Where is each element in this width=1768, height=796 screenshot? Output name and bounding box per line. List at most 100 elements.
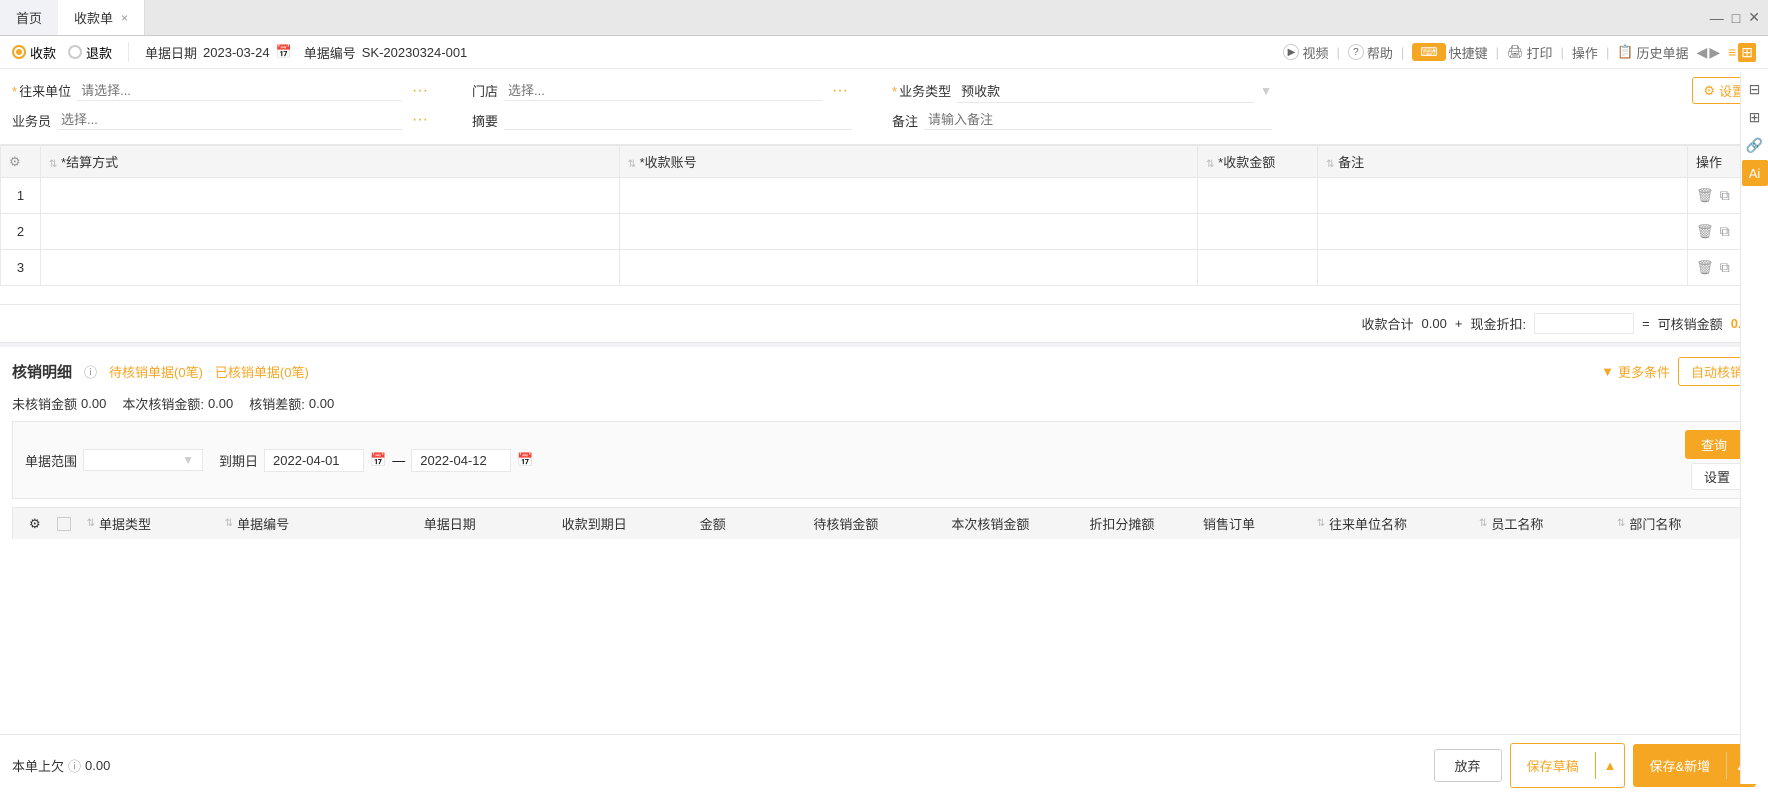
diff-stat: 核销差额: 0.00 — [249, 394, 334, 413]
verify-info-icon[interactable]: ⓘ — [84, 362, 97, 381]
sidebar-icon-1[interactable]: ⊟ — [1742, 76, 1768, 102]
row-3-account[interactable] — [619, 250, 1198, 286]
row-2-amount[interactable] — [1198, 214, 1318, 250]
date-from-input[interactable] — [264, 449, 364, 472]
tab-receipt[interactable]: 收款单 × — [58, 0, 145, 35]
business-type-arrow[interactable]: ▼ — [1260, 84, 1272, 98]
date-to-input[interactable] — [411, 449, 511, 472]
row-3-note[interactable] — [1318, 250, 1688, 286]
view-grid-icon[interactable]: ⊞ — [1738, 43, 1756, 62]
query-button[interactable]: 查询 — [1685, 430, 1743, 459]
window-close-icon[interactable]: ✕ — [1748, 9, 1760, 26]
shop-field: 门店 ··· — [472, 81, 852, 101]
table-row: 3 🗑 ⧉ — [1, 250, 1768, 286]
print-btn[interactable]: 🖨 打印 — [1507, 43, 1553, 62]
vth-type-label: 单据类型 — [99, 514, 151, 533]
tab-close-icon[interactable]: × — [121, 11, 128, 25]
sum-plus: + — [1455, 316, 1463, 331]
verify-section: 核销明细 ⓘ 待核销单据(0笔) 已核销单据(0笔) ▼ 更多条件 自动核销 未… — [0, 343, 1768, 539]
more-conditions-btn[interactable]: ▼ 更多条件 — [1601, 362, 1670, 381]
th-amount: ⇅ *收款金额 — [1198, 146, 1318, 178]
row-2-delete-btn[interactable]: 🗑 — [1696, 223, 1714, 240]
shortcut-btn[interactable]: ⌨ 快捷键 — [1412, 43, 1487, 62]
current-verify-stat: 本次核销金额: 0.00 — [122, 394, 233, 413]
right-sidebar: ⊟ ⊞ 🔗 Ai — [1740, 72, 1768, 784]
tab-home[interactable]: 首页 — [0, 0, 58, 35]
row-1-settlement[interactable] — [41, 178, 620, 214]
vth-number-label: 单据编号 — [237, 514, 289, 533]
row-3-copy-btn[interactable]: ⧉ — [1720, 259, 1730, 276]
operation-btn[interactable]: 操作 — [1572, 43, 1598, 62]
receipt-table: ⚙ ⇅ *结算方式 ⇅ *收款账号 ⇅ *收款金额 — [0, 145, 1768, 286]
radio-refund[interactable]: 退款 — [68, 43, 112, 62]
bottom-info-icon[interactable]: ⓘ — [68, 756, 81, 775]
shop-more-btn[interactable]: ··· — [828, 82, 852, 100]
window-minimize-icon[interactable]: — — [1710, 10, 1724, 26]
row-2-account[interactable] — [619, 214, 1198, 250]
receipt-total-label: 收款合计 — [1362, 314, 1414, 333]
row-2-settlement[interactable] — [41, 214, 620, 250]
help-btn[interactable]: ? 帮助 — [1348, 43, 1393, 62]
history-btn[interactable]: 📋 历史单据 — [1617, 43, 1688, 62]
business-required-star: * — [892, 84, 897, 99]
row-1-amount[interactable] — [1198, 178, 1318, 214]
table-settings-icon[interactable]: ⚙ — [9, 154, 21, 169]
partner-field: *往来单位 ··· — [12, 81, 432, 101]
vth-settings-icon[interactable]: ⚙ — [29, 516, 41, 532]
row-1-account[interactable] — [619, 178, 1198, 214]
partner-required-star: * — [12, 84, 17, 99]
range-select-arrow: ▼ — [182, 453, 194, 467]
date-from-calendar-icon[interactable]: 📅 — [370, 452, 386, 468]
range-select[interactable]: ▼ — [83, 449, 203, 471]
pending-tab[interactable]: 待核销单据(0笔) — [109, 362, 203, 381]
abandon-button[interactable]: 放弃 — [1434, 749, 1502, 782]
row-1-note[interactable] — [1318, 178, 1688, 214]
radio-receipt[interactable]: 收款 — [12, 43, 56, 62]
staff-more-btn[interactable]: ··· — [408, 111, 432, 129]
vth-checkbox[interactable] — [57, 517, 71, 531]
note-input[interactable] — [924, 110, 1272, 130]
sidebar-icon-ai[interactable]: Ai — [1742, 160, 1768, 186]
calendar-icon[interactable]: 📅 — [276, 44, 292, 60]
row-3-amount[interactable] — [1198, 250, 1318, 286]
receipt-refund-radio: 收款 退款 — [12, 43, 112, 62]
range-label: 单据范围 — [25, 451, 77, 470]
vth-discount-label: 折扣分摊额 — [1089, 514, 1154, 533]
operation-label: 操作 — [1572, 43, 1598, 62]
row-2-copy-btn[interactable]: ⧉ — [1720, 223, 1730, 240]
sidebar-icon-2[interactable]: ⊞ — [1742, 104, 1768, 130]
row-2-note[interactable] — [1318, 214, 1688, 250]
sidebar-icon-link[interactable]: 🔗 — [1742, 132, 1768, 158]
summary-input[interactable] — [504, 110, 852, 130]
shop-input[interactable] — [504, 81, 822, 101]
save-draft-button[interactable]: 保存草稿 ▲ — [1510, 743, 1626, 788]
form-area: *往来单位 ··· 门店 ··· *业务类型 预收款 ▼ — [0, 69, 1768, 145]
date-to-calendar-icon[interactable]: 📅 — [517, 452, 533, 468]
discount-input[interactable] — [1534, 313, 1634, 334]
save-draft-arrow-icon[interactable]: ▲ — [1595, 752, 1625, 779]
table-row: 1 🗑 ⧉ — [1, 178, 1768, 214]
partner-input[interactable] — [77, 81, 402, 101]
range-filter-field: 单据范围 ▼ — [25, 449, 203, 471]
window-maximize-icon[interactable]: □ — [1732, 10, 1740, 26]
row-1-delete-btn[interactable]: 🗑 — [1696, 187, 1714, 204]
verify-settings-button[interactable]: 设置 — [1691, 463, 1743, 490]
vth-date-label: 单据日期 — [424, 514, 476, 533]
save-new-button[interactable]: 保存&新增 ▲ — [1633, 744, 1756, 787]
vth-amount: 金额 — [692, 514, 806, 533]
nav-left-icon[interactable]: ◀ — [1697, 44, 1708, 61]
staff-input[interactable] — [57, 110, 402, 130]
verify-right-actions: ▼ 更多条件 自动核销 — [1601, 357, 1756, 386]
video-btn[interactable]: ▶ 视频 — [1283, 43, 1328, 62]
partner-more-btn[interactable]: ··· — [408, 82, 432, 100]
nav-right-icon[interactable]: ▶ — [1709, 44, 1720, 61]
view-list-icon[interactable]: ≡ — [1728, 44, 1736, 60]
row-1-copy-btn[interactable]: ⧉ — [1720, 187, 1730, 204]
row-3-settlement[interactable] — [41, 250, 620, 286]
tab-home-label: 首页 — [16, 8, 42, 27]
row-3-delete-btn[interactable]: 🗑 — [1696, 259, 1714, 276]
done-tab[interactable]: 已核销单据(0笔) — [215, 362, 309, 381]
date-value: 2023-03-24 — [203, 45, 270, 60]
save-new-main-label: 保存&新增 — [1633, 750, 1726, 781]
vth-checkbox-cell — [49, 517, 79, 531]
